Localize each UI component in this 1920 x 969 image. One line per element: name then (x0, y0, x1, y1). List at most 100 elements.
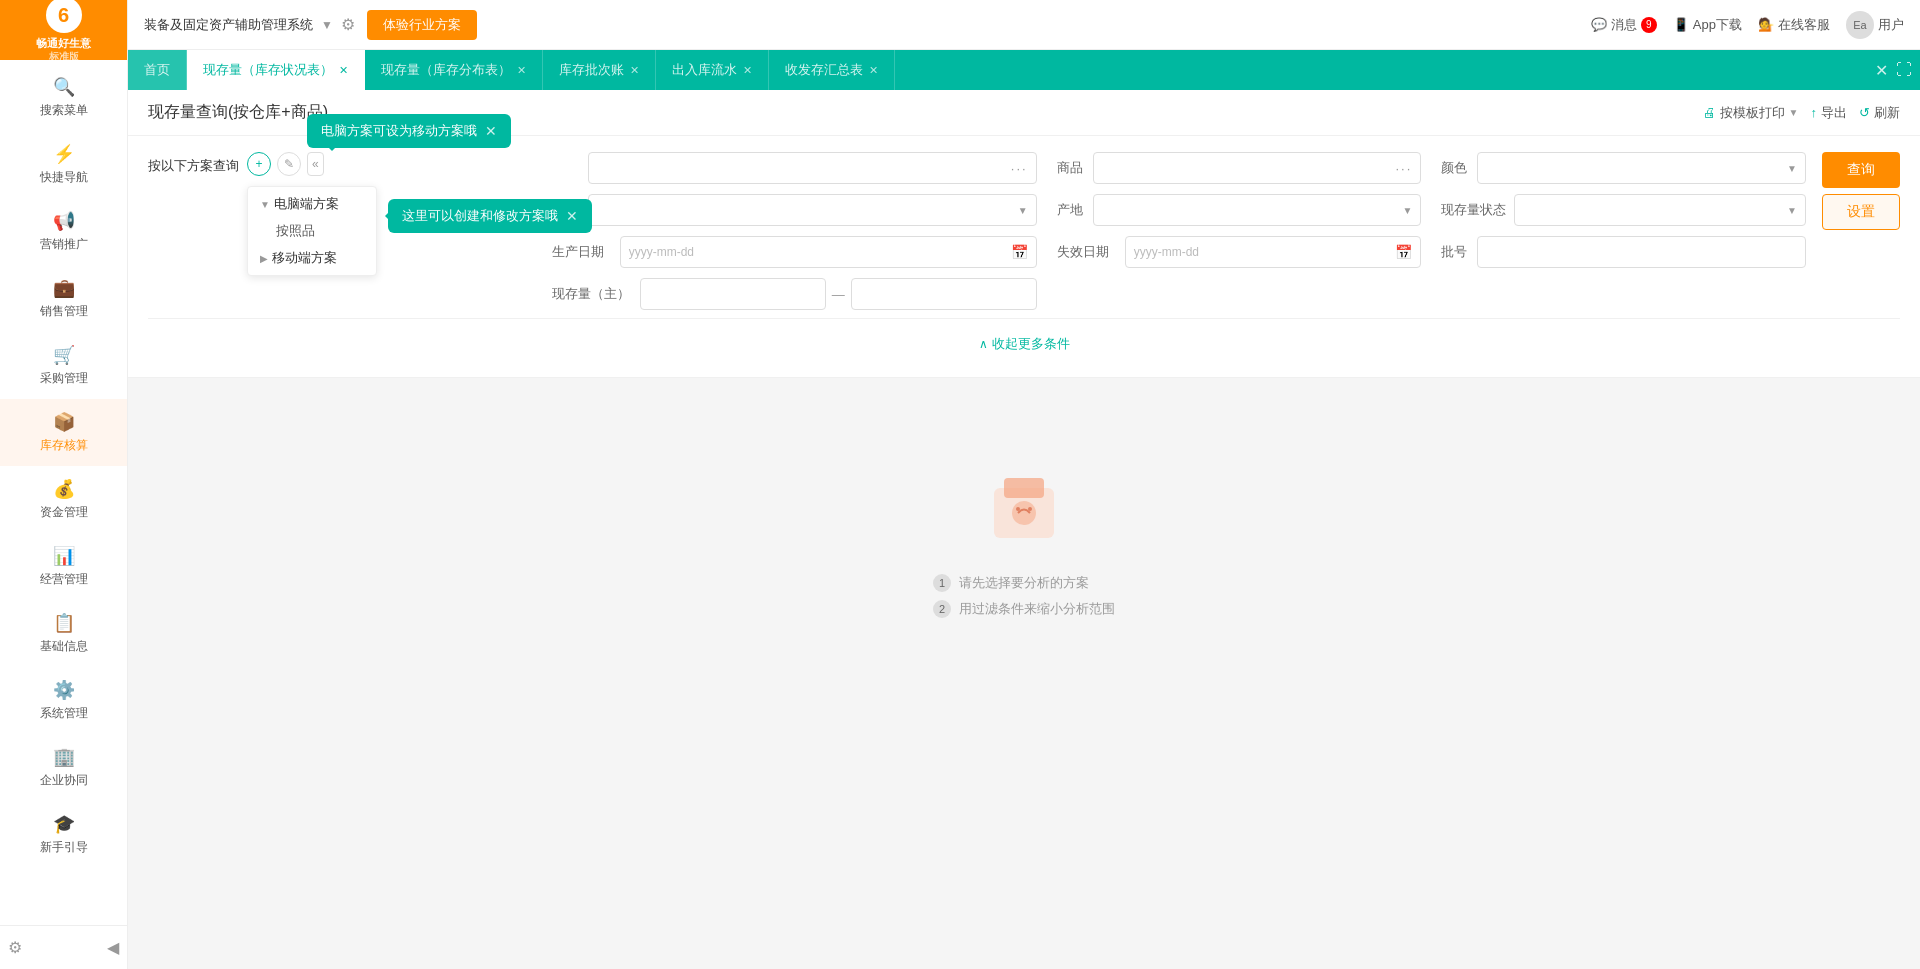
system-chevron-icon[interactable]: ▼ (321, 18, 333, 32)
user-item[interactable]: Ea 用户 (1846, 11, 1904, 39)
tab-inventory-dist[interactable]: 现存量（库存分布表） ✕ (365, 50, 543, 90)
stock-main-dash: — (832, 287, 845, 302)
edit-scheme-btn[interactable]: ✎ (277, 152, 301, 176)
tab-batch-close[interactable]: ✕ (630, 64, 639, 77)
nav-label-basic: 基础信息 (40, 638, 88, 655)
svg-point-3 (1016, 507, 1020, 511)
stock-main-from[interactable] (640, 278, 826, 310)
step-2-text: 用过滤条件来缩小分析范围 (959, 600, 1115, 618)
tooltip1-text: 电脑方案可设为移动方案哦 (321, 122, 477, 140)
trial-btn[interactable]: 体验行业方案 (367, 10, 477, 40)
production-date-icon: 📅 (1011, 244, 1028, 260)
origin-select[interactable]: ▼ (1093, 194, 1422, 226)
stock-main-to[interactable] (851, 278, 1037, 310)
reset-button[interactable]: 设置 (1822, 194, 1900, 230)
sidebar-item-enterprise[interactable]: 🏢 企业协同 (0, 734, 127, 801)
desktop-scheme-label: 电脑端方案 (274, 195, 339, 213)
color-select[interactable]: ▼ (1477, 152, 1806, 184)
tab-summary-close[interactable]: ✕ (869, 64, 878, 77)
sidebar-item-sales[interactable]: 💼 销售管理 (0, 265, 127, 332)
production-date-input[interactable]: yyyy-mm-dd 📅 (620, 236, 1037, 268)
topbar-gear-icon[interactable]: ⚙ (341, 15, 355, 34)
search-nav-icon: 🔍 (53, 76, 75, 98)
warehouse-input[interactable]: ··· (588, 152, 1037, 184)
scheme-back-btn[interactable]: « (307, 152, 324, 176)
production-date-field: 生产日期 yyyy-mm-dd 📅 (552, 236, 1037, 268)
sidebar-item-quicknav[interactable]: ⚡ 快捷导航 (0, 131, 127, 198)
scheme-item-按照品[interactable]: 按照品 (276, 219, 364, 243)
svg-rect-1 (1004, 478, 1044, 498)
size-select[interactable]: ▼ (588, 194, 1037, 226)
desktop-scheme-header[interactable]: ▼ 电脑端方案 (260, 195, 364, 213)
sidebar-item-search[interactable]: 🔍 搜索菜单 (0, 64, 127, 131)
collapse-button[interactable]: ∧ 收起更多条件 (148, 327, 1900, 361)
desktop-expand-icon: ▼ (260, 199, 270, 210)
tooltip1-close[interactable]: ✕ (485, 123, 497, 139)
support-label: 在线客服 (1778, 16, 1830, 34)
export-icon: ↑ (1811, 105, 1818, 120)
tab-fullscreen-icon[interactable]: ⛶ (1896, 61, 1912, 79)
tab-flow[interactable]: 出入库流水 ✕ (656, 50, 769, 90)
sidebar-item-system[interactable]: ⚙️ 系统管理 (0, 667, 127, 734)
nav-label-system: 系统管理 (40, 705, 88, 722)
sidebar-item-finance[interactable]: 💰 资金管理 (0, 466, 127, 533)
sidebar-logo: 6 畅通好生意 标准版 (0, 0, 127, 60)
size-field: 尺码 ▼ (552, 194, 1037, 226)
tab-batch[interactable]: 库存批次账 ✕ (543, 50, 656, 90)
sidebar-item-marketing[interactable]: 📢 营销推广 (0, 198, 127, 265)
nav-label-guide: 新手引导 (40, 839, 88, 856)
tab-flow-close[interactable]: ✕ (743, 64, 752, 77)
origin-chevron-icon: ▼ (1402, 205, 1412, 216)
refresh-icon: ↺ (1859, 105, 1870, 120)
batch-field: 批号 (1441, 236, 1806, 268)
expiry-date-icon: 📅 (1395, 244, 1412, 260)
tooltip2-close[interactable]: ✕ (566, 208, 578, 224)
app-download-item[interactable]: 📱 App下载 (1673, 16, 1742, 34)
add-scheme-btn[interactable]: + (247, 152, 271, 176)
tab-inventory-status-close[interactable]: ✕ (339, 64, 348, 77)
svg-point-2 (1012, 501, 1036, 525)
print-action[interactable]: 🖨 按模板打印 ▼ (1703, 104, 1799, 122)
collapse-up-icon: ∧ (979, 337, 988, 351)
inventory-icon: 📦 (53, 411, 75, 433)
sidebar-nav: 🔍 搜索菜单 ⚡ 快捷导航 📢 营销推广 💼 销售管理 🛒 采购管理 📦 库存核… (0, 60, 127, 925)
marketing-icon: 📢 (53, 210, 75, 232)
tab-home-label: 首页 (144, 61, 170, 79)
collapse-label: 收起更多条件 (992, 335, 1070, 353)
sidebar-item-inventory[interactable]: 📦 库存核算 (0, 399, 127, 466)
filter-area: 按以下方案查询 + ✎ « 电脑方案可设为移动方案哦 ✕ (128, 136, 1920, 378)
tab-inventory-status-label: 现存量（库存状况表） (203, 61, 333, 79)
tab-summary-label: 收发存汇总表 (785, 61, 863, 79)
stock-main-label: 现存量（主） (552, 285, 632, 303)
tab-inventory-dist-close[interactable]: ✕ (517, 64, 526, 77)
message-item[interactable]: 💬 消息 9 (1591, 16, 1657, 34)
tab-home[interactable]: 首页 (128, 50, 187, 90)
tab-inventory-status[interactable]: 现存量（库存状况表） ✕ (187, 50, 365, 90)
query-button[interactable]: 查询 (1822, 152, 1900, 188)
batch-label: 批号 (1441, 243, 1469, 261)
operations-icon: 📊 (53, 545, 75, 567)
stock-status-select[interactable]: ▼ (1514, 194, 1806, 226)
origin-field: 产地 ▼ (1057, 194, 1422, 226)
goods-input[interactable]: ··· (1093, 152, 1422, 184)
topbar-system: 装备及固定资产辅助管理系统 ▼ ⚙ (144, 15, 355, 34)
stock-main-field: 现存量（主） — (552, 278, 1037, 310)
batch-input[interactable] (1477, 236, 1806, 268)
mobile-scheme-header[interactable]: ▶ 移动端方案 (260, 249, 364, 267)
settings-icon[interactable]: ⚙ (8, 938, 22, 957)
sidebar-item-operations[interactable]: 📊 经营管理 (0, 533, 127, 600)
sidebar-item-guide[interactable]: 🎓 新手引导 (0, 801, 127, 868)
sidebar-item-purchase[interactable]: 🛒 采购管理 (0, 332, 127, 399)
tab-close-all-icon[interactable]: ✕ (1875, 61, 1888, 80)
step-1-text: 请先选择要分析的方案 (959, 574, 1089, 592)
stock-status-chevron-icon: ▼ (1787, 205, 1797, 216)
collapse-sidebar-icon[interactable]: ◀ (107, 938, 119, 957)
tab-summary[interactable]: 收发存汇总表 ✕ (769, 50, 895, 90)
export-action[interactable]: ↑ 导出 (1811, 104, 1848, 122)
refresh-action[interactable]: ↺ 刷新 (1859, 104, 1900, 122)
expiry-date-input[interactable]: yyyy-mm-dd 📅 (1125, 236, 1422, 268)
sidebar-item-basic[interactable]: 📋 基础信息 (0, 600, 127, 667)
support-item[interactable]: 💁 在线客服 (1758, 16, 1830, 34)
step-2-num: 2 (933, 600, 951, 618)
nav-label-operations: 经营管理 (40, 571, 88, 588)
